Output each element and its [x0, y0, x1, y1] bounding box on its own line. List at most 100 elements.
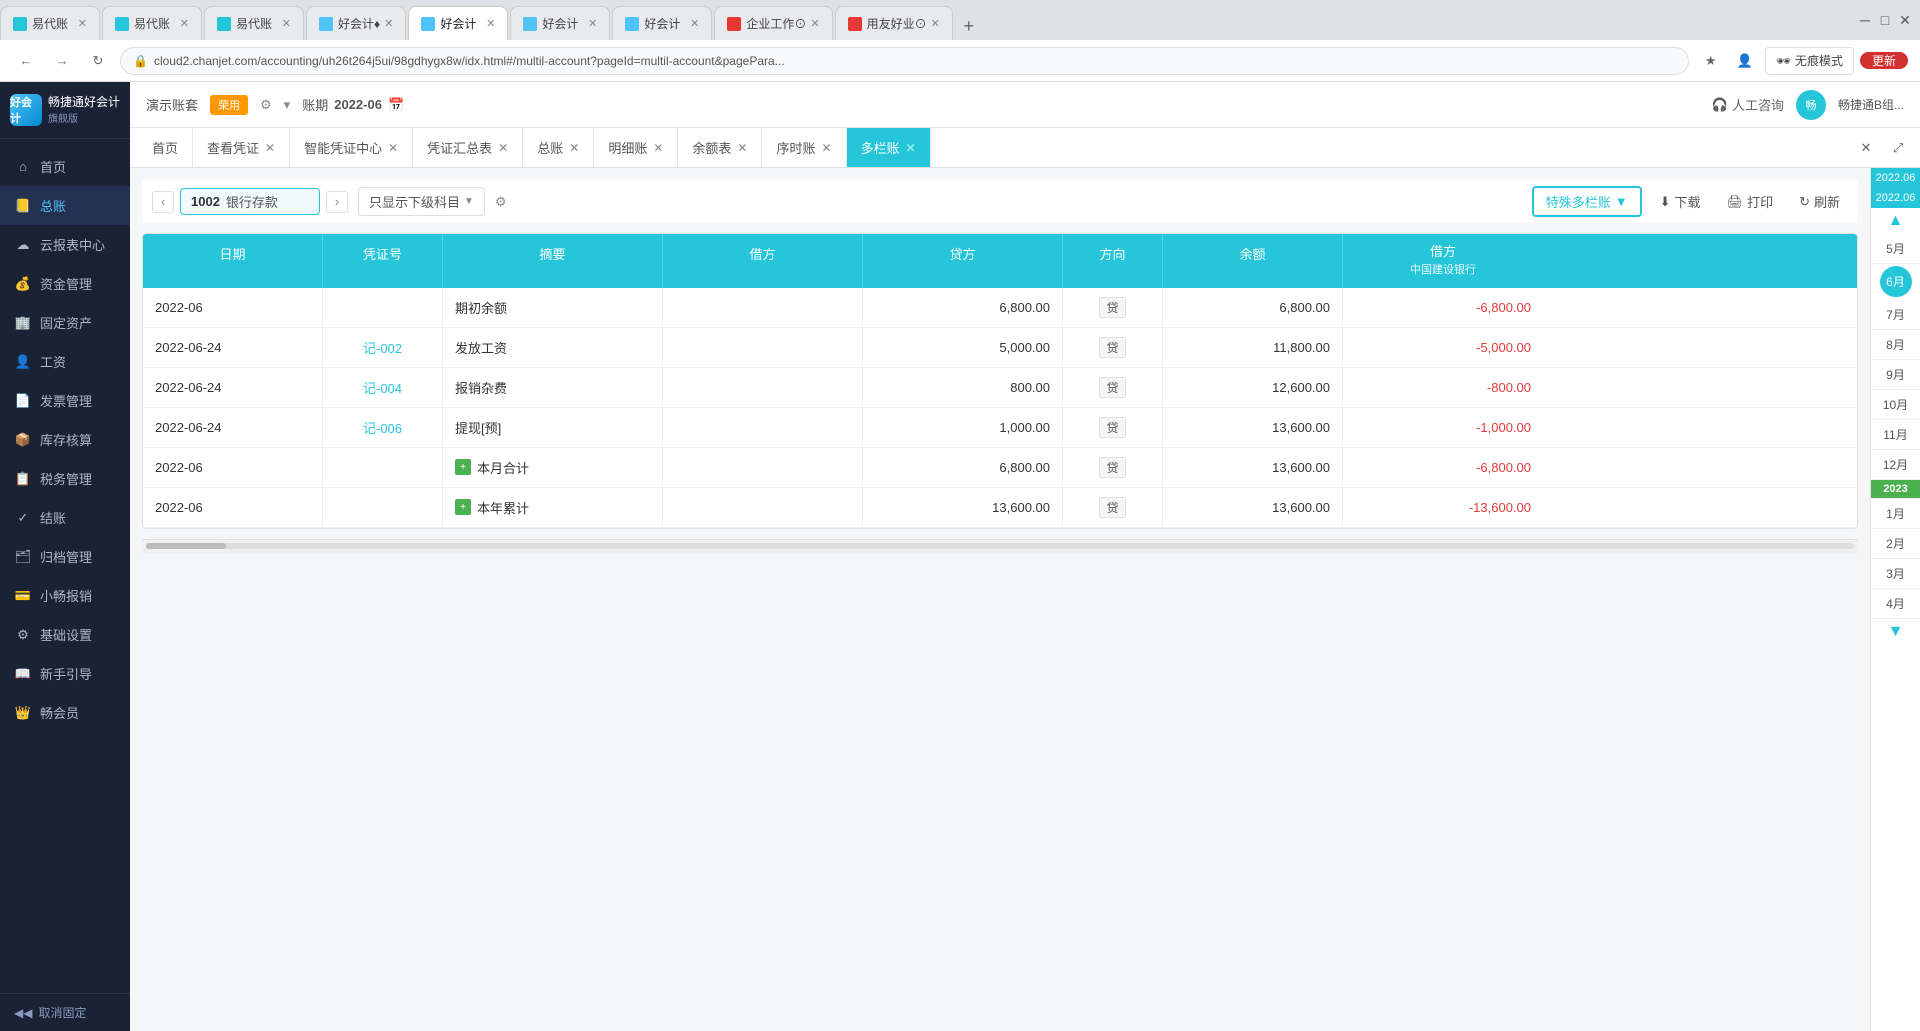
multi-col-button[interactable]: 特殊多栏账 ▼: [1532, 186, 1642, 217]
close-button[interactable]: ✕: [1898, 13, 1912, 27]
sidebar-item-总账[interactable]: 📒 总账: [0, 186, 130, 225]
page-tab-明细账[interactable]: 明细账✕: [594, 128, 678, 168]
calendar-icon[interactable]: 📅: [388, 97, 404, 113]
sidebar-item-新手引导[interactable]: 📖 新手引导: [0, 654, 130, 693]
multi-col-label: 特殊多栏账: [1546, 192, 1611, 211]
sidebar-item-税务管理[interactable]: 📋 税务管理: [0, 459, 130, 498]
scrollbar-thumb[interactable]: [146, 543, 226, 549]
new-tab-button[interactable]: +: [955, 12, 983, 40]
tab-close-icon[interactable]: ✕: [180, 17, 189, 30]
sidebar-item-小畅报销[interactable]: 💳 小畅报销: [0, 576, 130, 615]
ledger-settings-icon[interactable]: ⚙: [495, 194, 507, 210]
voucher-link[interactable]: 记-002: [363, 338, 402, 357]
browser-tab-t4[interactable]: 好会计♦ ✕: [306, 6, 406, 40]
voucher-link[interactable]: 记-006: [363, 418, 402, 437]
browser-tab-t6[interactable]: 好会计 ✕: [510, 6, 610, 40]
right-panel-month-7月[interactable]: 7月: [1871, 300, 1920, 330]
sidebar-item-固定资产[interactable]: 🏢 固定资产: [0, 303, 130, 342]
tab-close-icon[interactable]: ✕: [690, 17, 699, 30]
bookmark-button[interactable]: ★: [1697, 47, 1725, 75]
right-panel-month-10月[interactable]: 10月: [1871, 390, 1920, 420]
sidebar-item-库存核算[interactable]: 📦 库存核算: [0, 420, 130, 459]
browser-tab-t9[interactable]: 用友好业⊙ ✕: [835, 6, 953, 40]
horizontal-scrollbar[interactable]: [142, 539, 1858, 553]
sidebar-item-首页[interactable]: ⌂ 首页: [0, 147, 130, 186]
minimize-button[interactable]: ─: [1858, 13, 1872, 27]
page-tab-close-icon[interactable]: ✕: [737, 141, 747, 155]
print-button[interactable]: 🖨 打印: [1719, 188, 1782, 215]
tabs-right-controls: ✕ ⤢: [1852, 134, 1920, 162]
page-tab-序时账[interactable]: 序时账✕: [762, 128, 846, 168]
profile-button[interactable]: 👤: [1731, 47, 1759, 75]
refresh-button[interactable]: ↻ 刷新: [1791, 188, 1848, 215]
page-tab-首页[interactable]: 首页: [138, 128, 193, 168]
page-tab-智能凭证中心[interactable]: 智能凭证中心✕: [290, 128, 413, 168]
right-panel-month-12月[interactable]: 12月: [1871, 450, 1920, 480]
wuhen-mode-button[interactable]: 🕶 无痕模式: [1765, 47, 1854, 75]
tab-close-icon[interactable]: ✕: [486, 17, 495, 30]
page-tab-close-icon[interactable]: ✕: [906, 141, 916, 155]
right-panel-month-2023[interactable]: 2023: [1871, 480, 1920, 499]
page-tab-close-icon[interactable]: ✕: [388, 141, 398, 155]
nav-item-icon: ☁: [14, 236, 32, 254]
forward-button[interactable]: →: [48, 47, 76, 75]
browser-tab-t1[interactable]: 易代账 ✕: [0, 6, 100, 40]
consult-button[interactable]: 🎧 人工咨询: [1712, 95, 1784, 114]
page-tab-凭证汇总表[interactable]: 凭证汇总表✕: [413, 128, 523, 168]
page-tab-余额表[interactable]: 余额表✕: [678, 128, 762, 168]
sidebar-item-归档管理[interactable]: 🗂 归档管理: [0, 537, 130, 576]
right-panel-month-4月[interactable]: 4月: [1871, 589, 1920, 619]
page-tab-close-icon[interactable]: ✕: [653, 141, 663, 155]
right-panel-month-5月[interactable]: 5月: [1871, 234, 1920, 264]
sidebar-item-结账[interactable]: ✓ 结账: [0, 498, 130, 537]
update-button[interactable]: 更新: [1860, 52, 1908, 69]
address-field[interactable]: 🔒 cloud2.chanjet.com/accounting/uh26t264…: [120, 47, 1689, 75]
right-panel-month-6月[interactable]: 6月: [1880, 266, 1912, 298]
filter-button[interactable]: 只显示下级科目 ▼: [358, 187, 485, 216]
back-button[interactable]: ←: [12, 47, 40, 75]
page-tab-close-icon[interactable]: ✕: [569, 141, 579, 155]
sidebar-item-基础设置[interactable]: ⚙ 基础设置: [0, 615, 130, 654]
browser-tab-t7[interactable]: 好会计 ✕: [612, 6, 712, 40]
page-tab-总账[interactable]: 总账✕: [523, 128, 594, 168]
right-panel-scroll-down[interactable]: ▼: [1871, 619, 1920, 645]
browser-tab-t5[interactable]: 好会计 ✕: [408, 6, 508, 40]
expand-tabs-button[interactable]: ⤢: [1884, 134, 1912, 162]
tab-close-icon[interactable]: ✕: [78, 17, 87, 30]
sidebar-item-发票管理[interactable]: 📄 发票管理: [0, 381, 130, 420]
tab-close-icon[interactable]: ✕: [588, 17, 597, 30]
sidebar-footer-pin[interactable]: ◀◀ 取消固定: [0, 993, 130, 1031]
page-tab-close-icon[interactable]: ✕: [498, 141, 508, 155]
next-account-button[interactable]: ›: [326, 191, 348, 213]
tab-close-icon[interactable]: ✕: [931, 17, 940, 30]
sidebar-item-畅会员[interactable]: 👑 畅会员: [0, 693, 130, 732]
page-tab-多栏账[interactable]: 多栏账✕: [847, 128, 931, 168]
maximize-button[interactable]: □: [1878, 13, 1892, 27]
right-panel-scroll-up[interactable]: ▲: [1871, 208, 1920, 234]
page-tab-查看凭证[interactable]: 查看凭证✕: [193, 128, 290, 168]
right-panel-month-2月[interactable]: 2月: [1871, 529, 1920, 559]
tab-close-icon[interactable]: ✕: [282, 17, 291, 30]
right-panel-month-8月[interactable]: 8月: [1871, 330, 1920, 360]
prev-account-button[interactable]: ‹: [152, 191, 174, 213]
right-panel-month-11月[interactable]: 11月: [1871, 420, 1920, 450]
sidebar-item-云报表中心[interactable]: ☁ 云报表中心: [0, 225, 130, 264]
tab-close-icon[interactable]: ✕: [810, 17, 819, 30]
browser-tab-t2[interactable]: 易代账 ✕: [102, 6, 202, 40]
browser-tab-t3[interactable]: 易代账 ✕: [204, 6, 304, 40]
download-button[interactable]: ⬇ 下载: [1652, 188, 1709, 215]
right-panel-month-1月[interactable]: 1月: [1871, 499, 1920, 529]
sidebar-item-资金管理[interactable]: 💰 资金管理: [0, 264, 130, 303]
voucher-link[interactable]: 记-004: [363, 378, 402, 397]
browser-tab-t8[interactable]: 企业工作⊙ ✕: [714, 6, 832, 40]
page-tab-close-icon[interactable]: ✕: [265, 141, 275, 155]
page-tab-close-icon[interactable]: ✕: [822, 141, 832, 155]
reload-button[interactable]: ↻: [84, 47, 112, 75]
table-body: 2022-06 期初余额 6,800.00 贷 6,800.00 -6,800.…: [143, 288, 1857, 528]
sidebar-item-工资[interactable]: 👤 工资: [0, 342, 130, 381]
right-panel-month-9月[interactable]: 9月: [1871, 360, 1920, 390]
settings-icon[interactable]: ⚙: [260, 97, 272, 113]
right-panel-month-3月[interactable]: 3月: [1871, 559, 1920, 589]
tab-close-icon[interactable]: ✕: [384, 17, 393, 30]
collapse-tabs-button[interactable]: ✕: [1852, 134, 1880, 162]
